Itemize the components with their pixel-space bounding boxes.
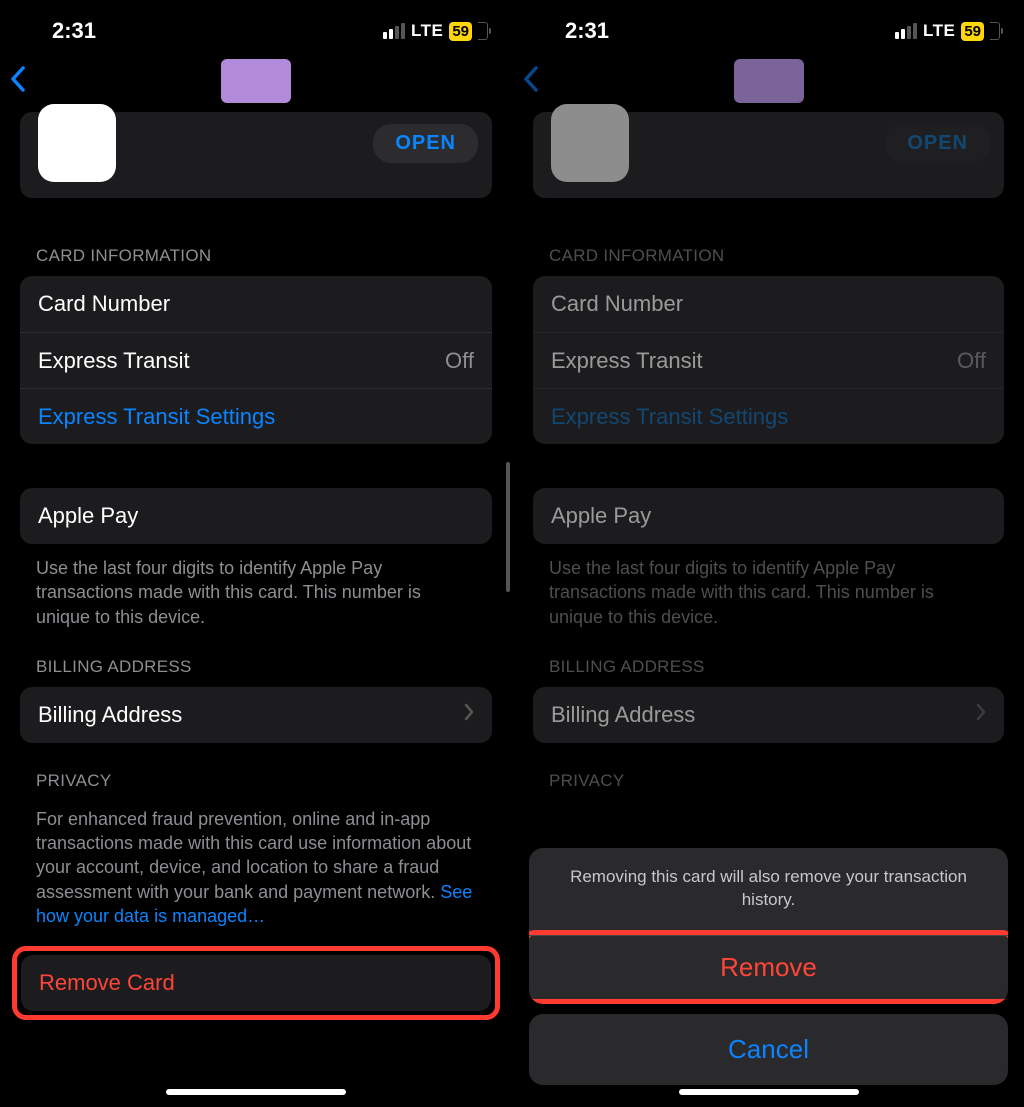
open-button[interactable]: OPEN xyxy=(373,124,478,163)
row-express-transit-settings[interactable]: Express Transit Settings xyxy=(20,388,492,444)
row-label: Express Transit xyxy=(551,348,703,374)
home-indicator[interactable] xyxy=(679,1089,859,1095)
phone-right: 2:31 LTE 59 OPEN CARD INFORMATION xyxy=(512,0,1024,1107)
network-type: LTE xyxy=(411,21,443,41)
card-art xyxy=(221,59,291,103)
row-label: Express Transit Settings xyxy=(38,404,275,430)
privacy-text: For enhanced fraud prevention, online an… xyxy=(36,809,471,902)
nav-bar xyxy=(513,50,1024,112)
billing-group: Billing Address xyxy=(533,687,1004,743)
row-value: Off xyxy=(957,348,986,374)
row-card-number[interactable]: Card Number xyxy=(20,276,492,332)
billing-group: Billing Address xyxy=(20,687,492,743)
row-label: Express Transit xyxy=(38,348,190,374)
chevron-right-icon xyxy=(976,703,986,727)
apple-pay-group: Apple Pay xyxy=(533,488,1004,544)
battery-icon xyxy=(990,22,1000,40)
apple-pay-group: Apple Pay xyxy=(20,488,492,544)
section-privacy: PRIVACY xyxy=(0,771,512,791)
chevron-right-icon xyxy=(464,703,474,727)
row-billing-address[interactable]: Billing Address xyxy=(20,687,492,743)
remove-card-highlight: Remove Card xyxy=(12,946,500,1020)
dimmed-background: OPEN CARD INFORMATION Card Number Expres… xyxy=(513,50,1024,791)
card-info-group: Card Number Express Transit Off Express … xyxy=(20,276,492,444)
row-express-transit[interactable]: Express Transit Off xyxy=(20,332,492,388)
section-billing: BILLING ADDRESS xyxy=(0,657,512,677)
apple-pay-footer: Use the last four digits to identify App… xyxy=(513,544,1024,629)
status-time: 2:31 xyxy=(565,18,609,44)
section-billing: BILLING ADDRESS xyxy=(513,657,1024,677)
status-bar: 2:31 LTE 59 xyxy=(513,0,1024,50)
section-privacy: PRIVACY xyxy=(513,771,1024,791)
home-indicator[interactable] xyxy=(166,1089,346,1095)
privacy-footer: For enhanced fraud prevention, online an… xyxy=(0,801,512,928)
row-label: Card Number xyxy=(551,291,683,317)
sheet-message: Removing this card will also remove your… xyxy=(529,848,1008,930)
signal-icon xyxy=(383,23,405,39)
content: OPEN CARD INFORMATION Card Number Expres… xyxy=(513,112,1024,791)
section-card-info: CARD INFORMATION xyxy=(0,246,512,266)
row-remove-card[interactable]: Remove Card xyxy=(21,955,491,1011)
status-right: LTE 59 xyxy=(895,21,1000,41)
row-apple-pay: Apple Pay xyxy=(533,488,1004,544)
back-icon[interactable] xyxy=(10,63,26,100)
battery-percent: 59 xyxy=(449,22,472,41)
network-type: LTE xyxy=(923,21,955,41)
section-card-info: CARD INFORMATION xyxy=(513,246,1024,266)
action-sheet: Removing this card will also remove your… xyxy=(529,848,1008,1085)
row-express-transit-settings: Express Transit Settings xyxy=(533,388,1004,444)
row-label: Apple Pay xyxy=(551,503,651,529)
row-billing-address: Billing Address xyxy=(533,687,1004,743)
open-button: OPEN xyxy=(885,124,990,163)
row-label: Billing Address xyxy=(38,702,182,728)
battery-icon xyxy=(478,22,488,40)
app-banner: OPEN xyxy=(533,112,1004,198)
nav-bar xyxy=(0,50,512,112)
row-label: Express Transit Settings xyxy=(551,404,788,430)
row-label: Apple Pay xyxy=(38,503,138,529)
remove-highlight: Remove xyxy=(529,930,1008,1004)
row-label: Card Number xyxy=(38,291,170,317)
app-icon xyxy=(38,104,116,182)
signal-icon xyxy=(895,23,917,39)
card-info-group: Card Number Express Transit Off Express … xyxy=(533,276,1004,444)
back-icon xyxy=(523,63,539,100)
row-value: Off xyxy=(445,348,474,374)
row-label: Remove Card xyxy=(39,970,175,996)
row-apple-pay[interactable]: Apple Pay xyxy=(20,488,492,544)
row-label: Billing Address xyxy=(551,702,695,728)
status-right: LTE 59 xyxy=(383,21,488,41)
remove-card-group: Remove Card xyxy=(21,955,491,1011)
apple-pay-footer: Use the last four digits to identify App… xyxy=(0,544,512,629)
status-time: 2:31 xyxy=(52,18,96,44)
row-card-number: Card Number xyxy=(533,276,1004,332)
card-art xyxy=(734,59,804,103)
row-express-transit: Express Transit Off xyxy=(533,332,1004,388)
sheet-group: Removing this card will also remove your… xyxy=(529,848,1008,1004)
phone-left: 2:31 LTE 59 OPEN CARD INFORMATION Card N… xyxy=(0,0,512,1107)
sheet-remove-button[interactable]: Remove xyxy=(529,935,1008,999)
app-icon xyxy=(551,104,629,182)
app-banner[interactable]: OPEN xyxy=(20,112,492,198)
scroll-indicator[interactable] xyxy=(506,462,510,592)
battery-percent: 59 xyxy=(961,22,984,41)
content: OPEN CARD INFORMATION Card Number Expres… xyxy=(0,112,512,1020)
sheet-cancel-button[interactable]: Cancel xyxy=(529,1014,1008,1085)
status-bar: 2:31 LTE 59 xyxy=(0,0,512,50)
